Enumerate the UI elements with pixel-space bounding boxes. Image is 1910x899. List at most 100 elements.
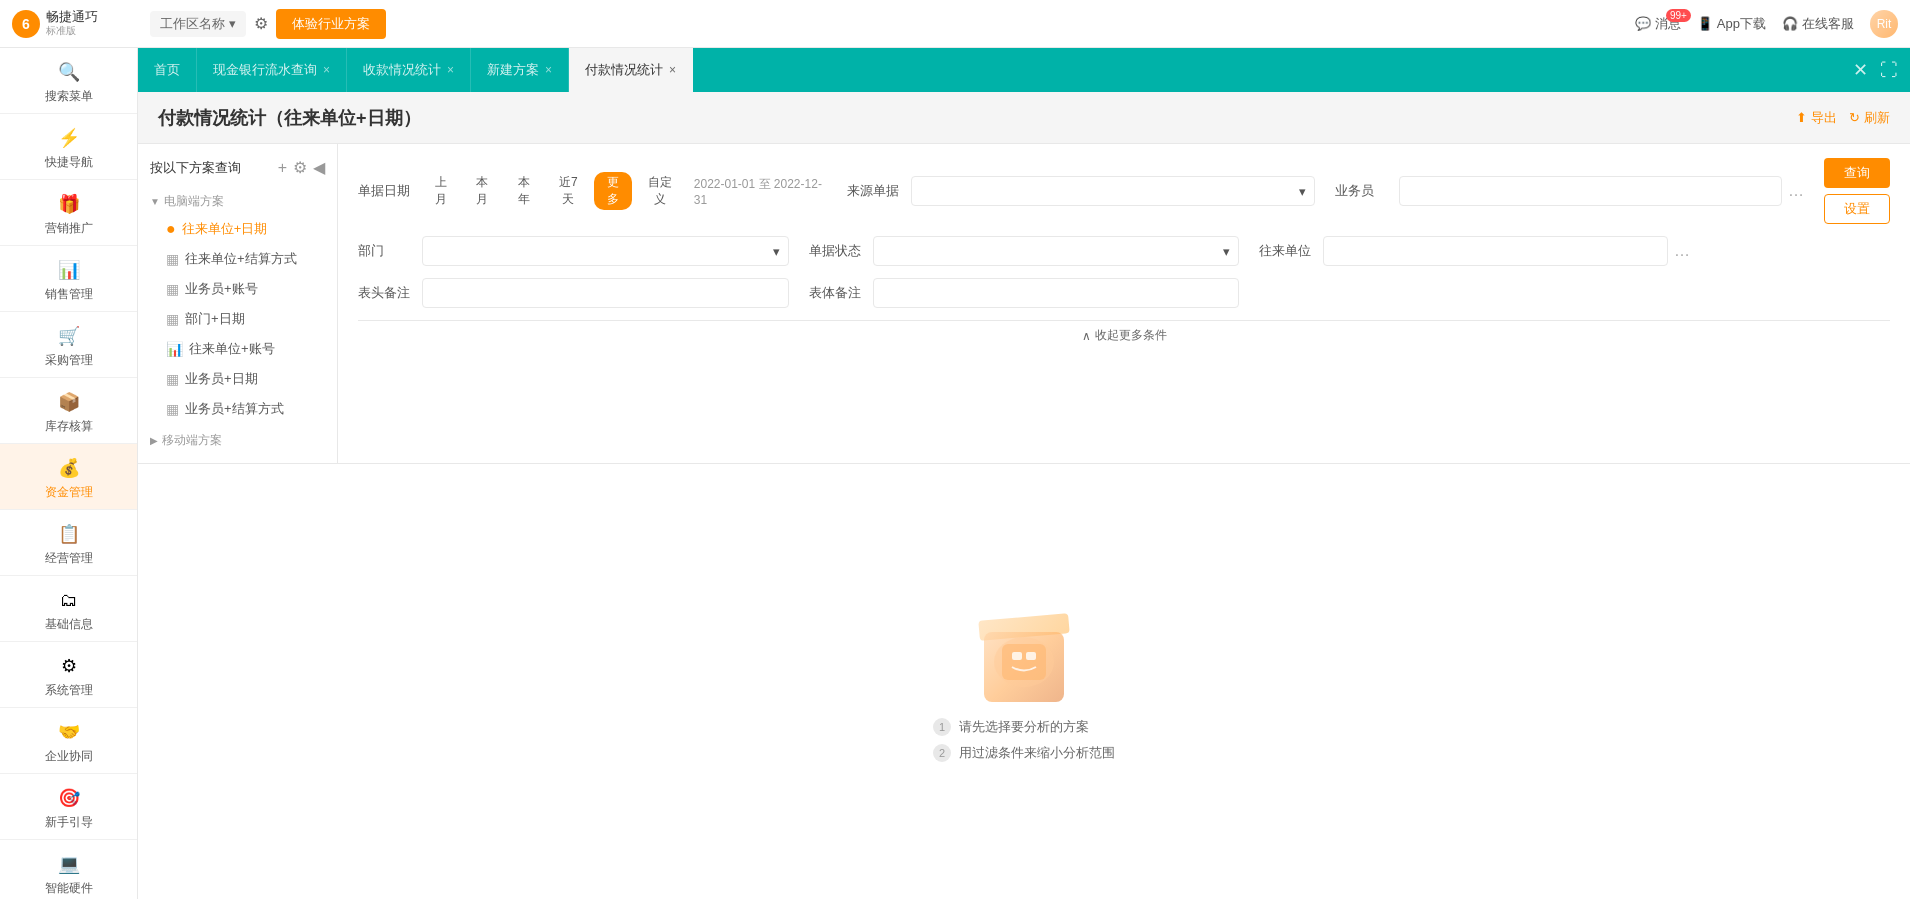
scheme-item-staff-settlement[interactable]: ▦ 业务员+结算方式 <box>138 394 337 424</box>
tip-num-1: 1 <box>933 718 951 736</box>
scheme-item-partner-settlement[interactable]: ▦ 往来单位+结算方式 <box>138 244 337 274</box>
sidebar-label-purchase: 采购管理 <box>45 352 93 369</box>
settings-button[interactable]: 设置 <box>1824 194 1890 224</box>
scheme-item-label-6: 业务员+结算方式 <box>185 400 284 418</box>
source-label: 来源单据 <box>847 182 903 200</box>
sidebar-item-inventory[interactable]: 📦 库存核算 <box>0 378 137 444</box>
user-avatar[interactable]: Rit <box>1870 10 1898 38</box>
finance-icon: 💰 <box>57 456 81 480</box>
scheme-item-icon-4: 📊 <box>166 341 183 357</box>
scheme-item-staff-date[interactable]: ▦ 业务员+日期 <box>138 364 337 394</box>
dept-select[interactable]: ▾ <box>422 236 789 266</box>
tab-payments-close[interactable]: × <box>669 63 676 77</box>
scheme-sidebar: 按以下方案查询 + ⚙ ◀ ▼ 电脑端方案 ● 往来单位+日期 <box>138 144 338 463</box>
partner-control: … <box>1323 236 1690 266</box>
purchase-icon: 🛒 <box>57 324 81 348</box>
partner-input[interactable] <box>1323 236 1668 266</box>
online-service-action[interactable]: 🎧 在线客服 <box>1782 15 1854 33</box>
tab-home[interactable]: 首页 <box>138 48 197 92</box>
sidebar-item-purchase[interactable]: 🛒 采购管理 <box>0 312 137 378</box>
messages-action[interactable]: 💬 消息 99+ <box>1635 15 1681 33</box>
message-icon: 💬 <box>1635 16 1651 31</box>
scheme-add-icon[interactable]: + <box>278 159 287 177</box>
sidebar-item-system[interactable]: ⚙ 系统管理 <box>0 642 137 708</box>
logo-icon: 6 <box>12 10 40 38</box>
sidebar-item-quicknav[interactable]: ⚡ 快捷导航 <box>0 114 137 180</box>
tab-receivables-close[interactable]: × <box>447 63 454 77</box>
scheme-settings-icon[interactable]: ⚙ <box>293 158 307 177</box>
salesperson-dots-icon[interactable]: … <box>1788 182 1804 200</box>
scheme-group-desktop-label: 电脑端方案 <box>164 193 224 210</box>
sidebar-item-operations[interactable]: 📋 经营管理 <box>0 510 137 576</box>
scheme-item-staff-account[interactable]: ▦ 业务员+账号 <box>138 274 337 304</box>
header-note-input[interactable] <box>422 278 789 308</box>
scheme-item-partner-account[interactable]: 📊 往来单位+账号 <box>138 334 337 364</box>
workspace-selector[interactable]: 工作区名称 ▾ <box>150 11 246 37</box>
date-range-text: 2022-01-01 至 2022-12-31 <box>694 176 827 207</box>
tab-cashflow-close[interactable]: × <box>323 63 330 77</box>
tab-close-all-icon[interactable]: ✕ <box>1853 59 1868 81</box>
sidebar-item-finance[interactable]: 💰 资金管理 <box>0 444 137 510</box>
source-select-arrow: ▾ <box>1299 184 1306 199</box>
app-download-action[interactable]: 📱 App下载 <box>1697 15 1766 33</box>
date-btn-this-month[interactable]: 本月 <box>464 172 502 210</box>
sidebar-item-guide[interactable]: 🎯 新手引导 <box>0 774 137 840</box>
export-button[interactable]: ⬆ 导出 <box>1796 109 1837 127</box>
tab-cashflow[interactable]: 现金银行流水查询 × <box>197 48 347 92</box>
scheme-group-desktop-title[interactable]: ▼ 电脑端方案 <box>138 189 337 214</box>
refresh-label: 刷新 <box>1864 109 1890 127</box>
messages-badge: 99+ <box>1666 9 1691 22</box>
source-select[interactable]: ▾ <box>911 176 1316 206</box>
try-industry-button[interactable]: 体验行业方案 <box>276 9 386 39</box>
sidebar-item-collab[interactable]: 🤝 企业协同 <box>0 708 137 774</box>
dept-control: ▾ <box>422 236 789 266</box>
sidebar-label-collab: 企业协同 <box>45 748 93 765</box>
filter-panel: 按以下方案查询 + ⚙ ◀ ▼ 电脑端方案 ● 往来单位+日期 <box>138 144 1910 464</box>
refresh-button[interactable]: ↻ 刷新 <box>1849 109 1890 127</box>
page-header-actions: ⬆ 导出 ↻ 刷新 <box>1796 109 1890 127</box>
scheme-group-desktop: ▼ 电脑端方案 ● 往来单位+日期 ▦ 往来单位+结算方式 ▦ 业务员+账号 <box>138 189 337 424</box>
content-area: 首页 现金银行流水查询 × 收款情况统计 × 新建方案 × 付款情况统计 × ✕… <box>138 48 1910 899</box>
date-btn-7days[interactable]: 近7天 <box>547 172 591 210</box>
doc-status-select[interactable]: ▾ <box>873 236 1240 266</box>
empty-illustration <box>964 602 1084 702</box>
topbar-settings-icon[interactable]: ⚙ <box>254 14 268 33</box>
sidebar-item-marketing[interactable]: 🎁 营销推广 <box>0 180 137 246</box>
page-title: 付款情况统计（往来单位+日期） <box>158 106 421 130</box>
scheme-item-partner-date[interactable]: ● 往来单位+日期 <box>138 214 337 244</box>
date-label: 单据日期 <box>358 182 414 200</box>
sidebar: 🔍 搜索菜单 ⚡ 快捷导航 🎁 营销推广 📊 销售管理 🛒 采购管理 📦 库存核… <box>0 48 138 899</box>
scheme-item-icon-0: ● <box>166 220 176 238</box>
app-download-label: App下载 <box>1717 15 1766 33</box>
query-button[interactable]: 查询 <box>1824 158 1890 188</box>
salesperson-input[interactable] <box>1399 176 1782 206</box>
body-note-input[interactable] <box>873 278 1240 308</box>
tab-expand-icon[interactable]: ⛶ <box>1880 60 1898 81</box>
tab-receivables[interactable]: 收款情况统计 × <box>347 48 471 92</box>
sidebar-item-sales[interactable]: 📊 销售管理 <box>0 246 137 312</box>
filter-field-source: 来源单据 ▾ <box>847 176 1316 206</box>
source-control: ▾ <box>911 176 1316 206</box>
scheme-collapse-icon[interactable]: ◀ <box>313 158 325 177</box>
tab-bar: 首页 现金银行流水查询 × 收款情况统计 × 新建方案 × 付款情况统计 × ✕… <box>138 48 1910 92</box>
system-icon: ⚙ <box>57 654 81 678</box>
sidebar-label-guide: 新手引导 <box>45 814 93 831</box>
tab-payments-label: 付款情况统计 <box>585 61 663 79</box>
sidebar-item-basics[interactable]: 🗂 基础信息 <box>0 576 137 642</box>
tab-payments[interactable]: 付款情况统计 × <box>569 48 693 92</box>
scheme-group-mobile-title[interactable]: ▶ 移动端方案 <box>138 428 337 453</box>
tab-new-scheme-close[interactable]: × <box>545 63 552 77</box>
date-btn-custom[interactable]: 自定义 <box>636 172 684 210</box>
date-btn-more[interactable]: 更多 <box>594 172 632 210</box>
page-header: 付款情况统计（往来单位+日期） ⬆ 导出 ↻ 刷新 <box>138 92 1910 144</box>
tab-new-scheme[interactable]: 新建方案 × <box>471 48 569 92</box>
marketing-icon: 🎁 <box>57 192 81 216</box>
date-btn-last-month[interactable]: 上月 <box>422 172 460 210</box>
partner-dots-icon[interactable]: … <box>1674 242 1690 260</box>
scheme-item-dept-date[interactable]: ▦ 部门+日期 <box>138 304 337 334</box>
sidebar-item-hardware[interactable]: 💻 智能硬件 <box>0 840 137 899</box>
date-btn-this-year[interactable]: 本年 <box>505 172 543 210</box>
sidebar-label-hardware: 智能硬件 <box>45 880 93 897</box>
collapse-conditions-button[interactable]: ∧ 收起更多条件 <box>358 320 1890 350</box>
sidebar-item-search[interactable]: 🔍 搜索菜单 <box>0 48 137 114</box>
